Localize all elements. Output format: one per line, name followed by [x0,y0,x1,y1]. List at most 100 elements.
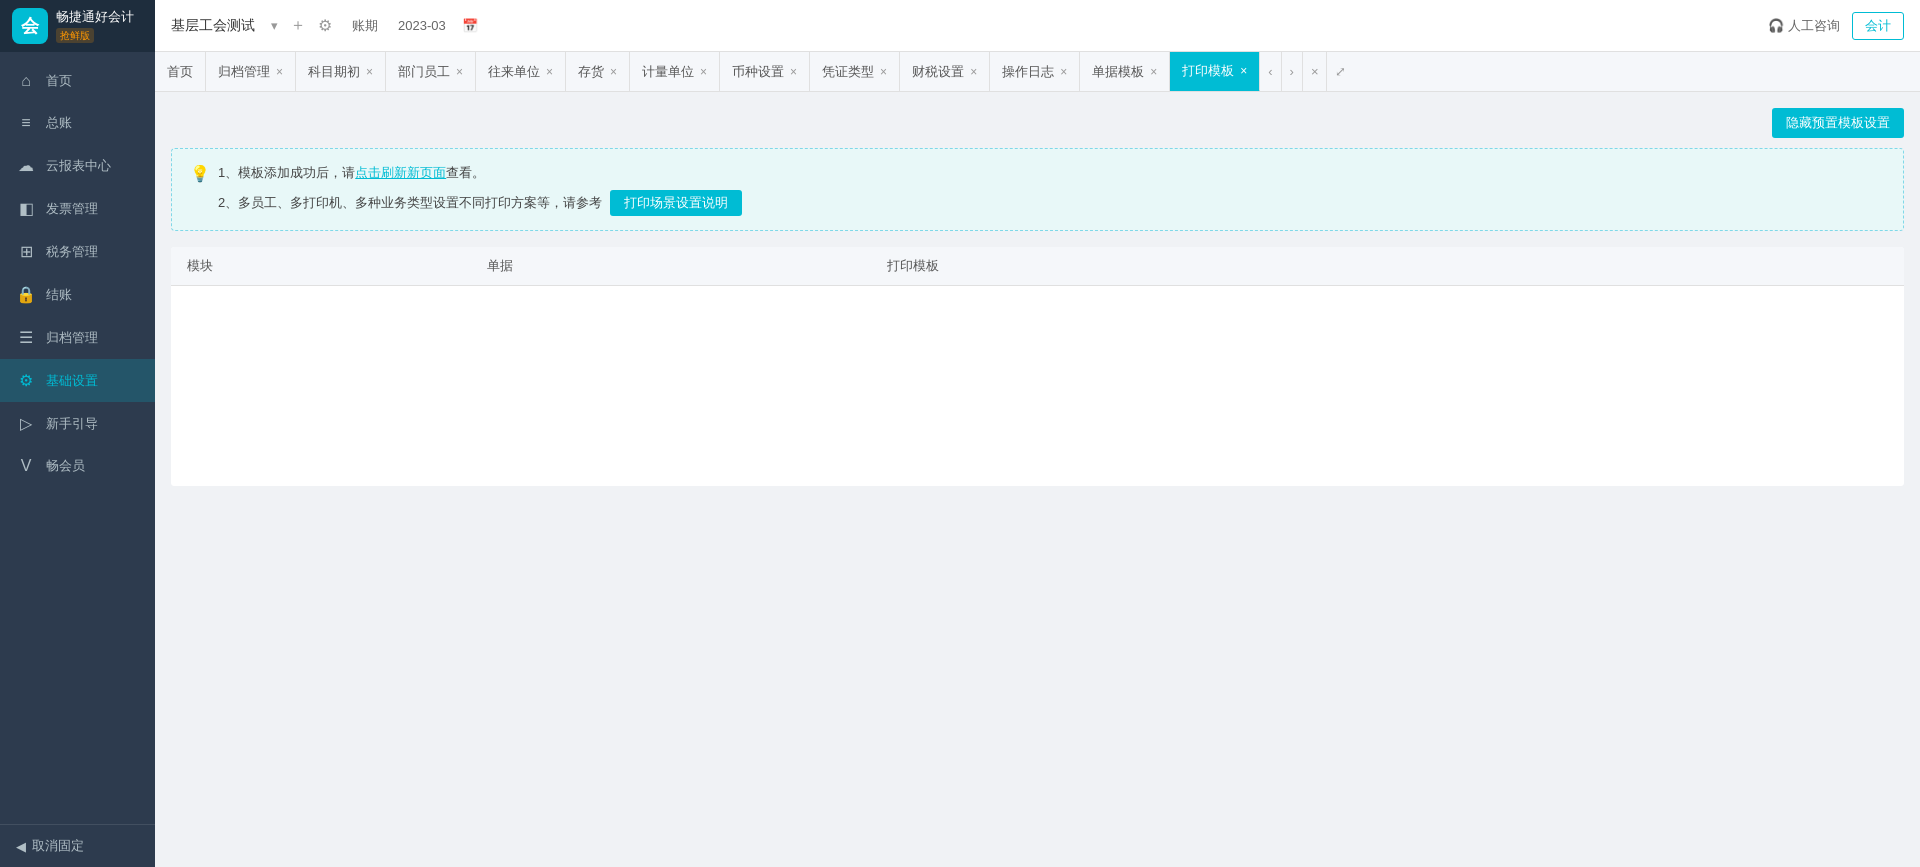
period-label: 账期 [352,17,378,35]
top-bar: 基层工会测试 ▾ ＋ ⚙ 账期 2023-03 📅 🎧 人工咨询 会计 [155,0,1920,52]
headset-icon: 🎧 [1768,18,1784,33]
tab-voucher-type[interactable]: 凭证类型 × [810,52,900,92]
company-dropdown-icon[interactable]: ▾ [271,18,278,33]
tab-label: 科目期初 [308,63,360,81]
home-icon: ⌂ [16,72,36,90]
tab-document-template[interactable]: 单据模板 × [1080,52,1170,92]
tab-label: 凭证类型 [822,63,874,81]
sidebar-item-settings[interactable]: ⚙ 基础设置 [0,359,155,402]
tab-scroll-left[interactable]: ‹ [1260,52,1281,92]
tab-print-template[interactable]: 打印模板 × [1170,52,1260,92]
tab-home[interactable]: 首页 [155,52,206,92]
sidebar-footer-label: 取消固定 [32,837,84,855]
close-period-icon: 🔒 [16,285,36,304]
tab-currency[interactable]: 币种设置 × [720,52,810,92]
tab-close-icon[interactable]: × [276,65,283,79]
sidebar-item-vip[interactable]: V 畅会员 [0,445,155,487]
tab-scroll-right[interactable]: › [1282,52,1303,92]
sidebar-item-guide[interactable]: ▷ 新手引导 [0,402,155,445]
ai-service-button[interactable]: 🎧 人工咨询 [1768,17,1840,35]
tab-partner[interactable]: 往来单位 × [476,52,566,92]
tab-close-icon[interactable]: × [970,65,977,79]
tab-archive[interactable]: 归档管理 × [206,52,296,92]
sidebar-item-label: 云报表中心 [46,157,111,175]
notice-text-2: 查看。 [446,165,485,180]
sidebar-item-ledger[interactable]: ≡ 总账 [0,102,155,144]
sidebar-item-label: 首页 [46,72,72,90]
notice-row: 💡 1、模板添加成功后，请点击刷新新页面查看。 2、多员工、多打印机、多种业务类… [190,163,1885,216]
invoice-icon: ◧ [16,199,36,218]
sidebar-item-label: 结账 [46,286,72,304]
tab-label: 部门员工 [398,63,450,81]
tab-close-icon[interactable]: × [546,65,553,79]
tab-close-icon[interactable]: × [1060,65,1067,79]
tab-expand[interactable]: ⤢ [1327,52,1354,92]
tab-close-icon[interactable]: × [880,65,887,79]
tab-unit[interactable]: 计量单位 × [630,52,720,92]
tab-close-icon[interactable]: × [700,65,707,79]
tab-close-icon[interactable]: × [790,65,797,79]
sidebar-item-label: 畅会员 [46,457,85,475]
notice-box: 💡 1、模板添加成功后，请点击刷新新页面查看。 2、多员工、多打印机、多种业务类… [171,148,1904,231]
notice-text-1: 1、模板添加成功后，请 [218,165,355,180]
gear-settings-icon[interactable]: ⚙ [318,16,332,35]
tab-tax-settings[interactable]: 财税设置 × [900,52,990,92]
tab-close-icon[interactable]: × [366,65,373,79]
tab-close-all[interactable]: × [1303,52,1328,92]
main-area: 基层工会测试 ▾ ＋ ⚙ 账期 2023-03 📅 🎧 人工咨询 会计 首页 归… [155,0,1920,867]
app-logo-text: 畅捷通好会计 抢鲜版 [56,9,134,44]
tab-label: 财税设置 [912,63,964,81]
sidebar-logo: 会 畅捷通好会计 抢鲜版 [0,0,155,52]
tab-label: 打印模板 [1182,62,1234,80]
sidebar-item-label: 新手引导 [46,415,98,433]
notice-text-3: 2、多员工、多打印机、多种业务类型设置不同打印方案等，请参考 [218,194,602,212]
tab-label: 单据模板 [1092,63,1144,81]
tab-label: 计量单位 [642,63,694,81]
sidebar-item-reports[interactable]: ☁ 云报表中心 [0,144,155,187]
print-scene-button[interactable]: 打印场景设置说明 [610,190,742,216]
calendar-icon[interactable]: 📅 [462,18,478,33]
sidebar-item-tax[interactable]: ⊞ 税务管理 [0,230,155,273]
tab-subject[interactable]: 科目期初 × [296,52,386,92]
tab-operation-log[interactable]: 操作日志 × [990,52,1080,92]
sidebar-unpin[interactable]: ◀ 取消固定 [0,824,155,867]
cloud-icon: ☁ [16,156,36,175]
tab-label: 往来单位 [488,63,540,81]
tab-inventory[interactable]: 存货 × [566,52,630,92]
tab-label: 币种设置 [732,63,784,81]
guide-icon: ▷ [16,414,36,433]
app-logo-icon: 会 [12,8,48,44]
table-body [171,286,1904,486]
sidebar-item-archive[interactable]: ☰ 归档管理 [0,316,155,359]
ledger-icon: ≡ [16,114,36,132]
tab-label: 首页 [167,63,193,81]
sidebar-item-home[interactable]: ⌂ 首页 [0,60,155,102]
sidebar-item-label: 发票管理 [46,200,98,218]
logo-badge: 抢鲜版 [56,28,94,43]
tab-close-icon[interactable]: × [1240,64,1247,78]
data-table: 模块 单据 打印模板 [171,247,1904,486]
settings-icon: ⚙ [16,371,36,390]
tab-bar: 首页 归档管理 × 科目期初 × 部门员工 × 往来单位 × 存货 × 计量单位… [155,52,1920,92]
tab-close-icon[interactable]: × [456,65,463,79]
hide-template-button[interactable]: 隐藏预置模板设置 [1772,108,1904,138]
table-column-document: 单据 [487,257,887,275]
notice-line-1: 1、模板添加成功后，请点击刷新新页面查看。 [218,163,1885,184]
refresh-link[interactable]: 点击刷新新页面 [355,165,446,180]
sidebar-item-invoice[interactable]: ◧ 发票管理 [0,187,155,230]
tax-icon: ⊞ [16,242,36,261]
tab-label: 存货 [578,63,604,81]
vip-icon: V [16,457,36,475]
ai-service-label: 人工咨询 [1788,17,1840,35]
kuaiji-button[interactable]: 会计 [1852,12,1904,40]
bulb-icon: 💡 [190,164,210,183]
sidebar: 会 畅捷通好会计 抢鲜版 ⌂ 首页 ≡ 总账 ☁ 云报表中心 ◧ 发票管理 ⊞ … [0,0,155,867]
tab-department[interactable]: 部门员工 × [386,52,476,92]
notice-line-2: 2、多员工、多打印机、多种业务类型设置不同打印方案等，请参考 打印场景设置说明 [218,190,1885,216]
add-tab-button[interactable]: ＋ [290,15,306,36]
sidebar-item-label: 归档管理 [46,329,98,347]
tab-close-icon[interactable]: × [1150,65,1157,79]
tab-close-icon[interactable]: × [610,65,617,79]
unpin-icon: ◀ [16,839,26,854]
sidebar-item-close[interactable]: 🔒 结账 [0,273,155,316]
